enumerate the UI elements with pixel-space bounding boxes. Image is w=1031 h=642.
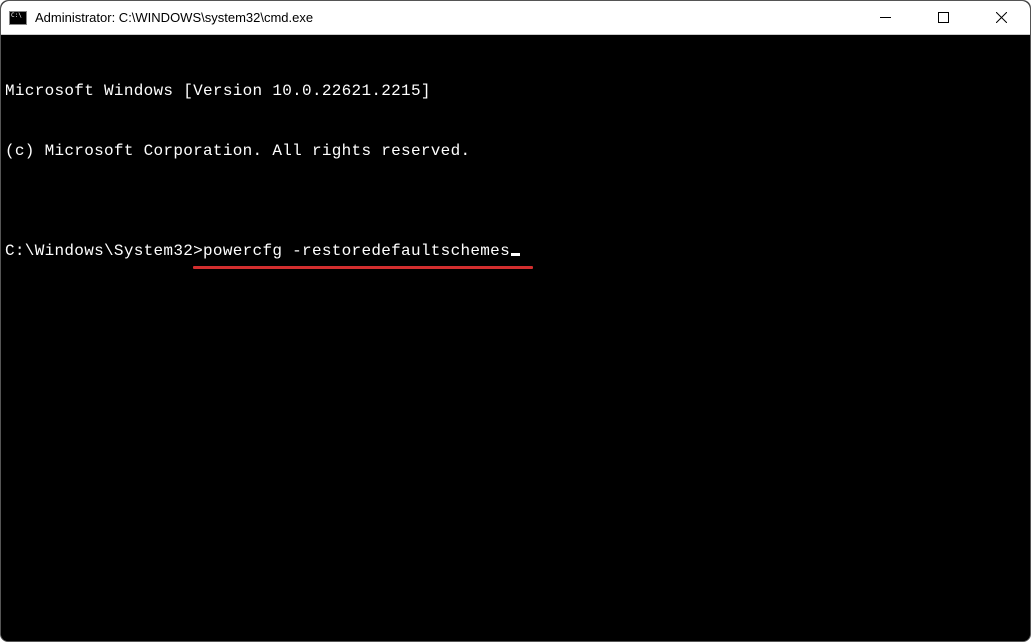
maximize-button[interactable] [914, 1, 972, 34]
terminal-area[interactable]: Microsoft Windows [Version 10.0.22621.22… [1, 35, 1030, 641]
copyright-line: (c) Microsoft Corporation. All rights re… [5, 141, 1026, 161]
maximize-icon [938, 12, 949, 23]
prompt-text: C:\Windows\System32> [5, 242, 203, 260]
close-icon [996, 12, 1007, 23]
titlebar[interactable]: Administrator: C:\WINDOWS\system32\cmd.e… [1, 1, 1030, 35]
minimize-button[interactable] [856, 1, 914, 34]
close-button[interactable] [972, 1, 1030, 34]
command-wrap: powercfg -restoredefaultschemes [203, 241, 520, 261]
version-line: Microsoft Windows [Version 10.0.22621.22… [5, 81, 1026, 101]
command-text: powercfg -restoredefaultschemes [203, 242, 510, 260]
titlebar-left: Administrator: C:\WINDOWS\system32\cmd.e… [9, 10, 313, 25]
prompt-line: C:\Windows\System32>powercfg -restoredef… [5, 241, 1026, 261]
window-title: Administrator: C:\WINDOWS\system32\cmd.e… [35, 10, 313, 25]
cursor [511, 253, 520, 256]
window-controls [856, 1, 1030, 34]
cmd-window: Administrator: C:\WINDOWS\system32\cmd.e… [0, 0, 1031, 642]
red-underline-annotation [193, 266, 533, 269]
minimize-icon [880, 12, 891, 23]
cmd-icon [9, 11, 27, 25]
